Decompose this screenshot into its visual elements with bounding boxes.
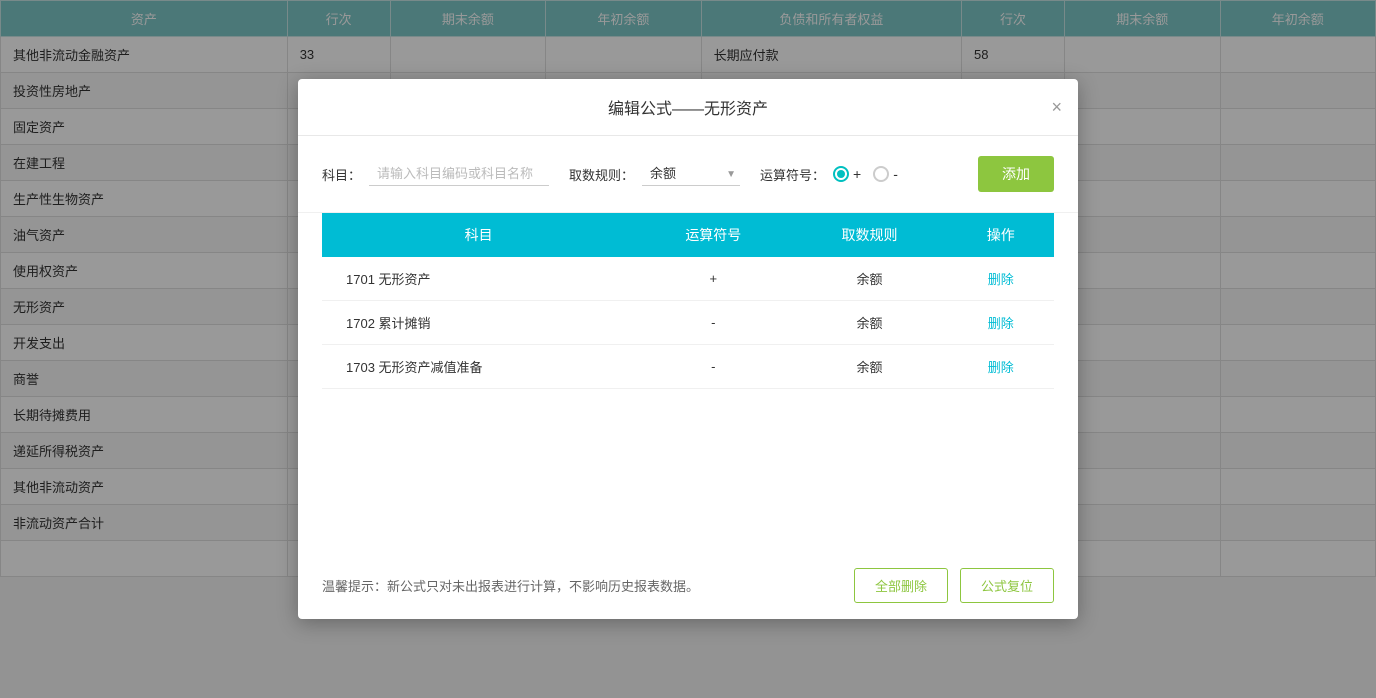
table-row: 1702 累计摊销-余额 删除 (322, 301, 1054, 345)
modal-footer: 温馨提示：新公式只对未出报表进行计算，不影响历史报表数据。 全部删除 公式复位 (298, 552, 1078, 619)
table-row: 1701 无形资产+余额 删除 (322, 257, 1054, 301)
form-row: 科目： 取数规则： 余额借方贷方借方发生额贷方发生额 ▼ 运算符号： + (298, 136, 1078, 213)
formula-rule-cell: 余额 (791, 257, 947, 301)
formula-action-cell: 删除 (948, 301, 1054, 345)
table-row: 1703 无形资产减值准备-余额 删除 (322, 345, 1054, 389)
delete-row-button[interactable]: 删除 (988, 313, 1014, 332)
radio-plus-label: + (853, 166, 861, 182)
rule-select[interactable]: 余额借方贷方借方发生额贷方发生额 (642, 162, 740, 186)
formula-rule-cell: 余额 (791, 301, 947, 345)
modal-overlay: 编辑公式——无形资产 × 科目： 取数规则： 余额借方贷方借方发生额贷方发生额 … (0, 0, 1376, 698)
formula-table-header-cell: 科目 (322, 213, 635, 257)
modal-close-button[interactable]: × (1051, 98, 1062, 116)
subject-input[interactable] (369, 162, 549, 186)
modal-title: 编辑公式——无形资产 (608, 95, 768, 119)
radio-minus-label: - (893, 166, 898, 182)
formula-action-cell: 删除 (948, 345, 1054, 389)
radio-plus[interactable]: + (833, 166, 861, 182)
delete-row-button[interactable]: 删除 (988, 357, 1014, 376)
formula-operator-cell: - (635, 345, 791, 389)
formula-subject-cell: 1702 累计摊销 (322, 301, 635, 345)
modal-header: 编辑公式——无形资产 × (298, 79, 1078, 136)
formula-table-header-cell: 操作 (948, 213, 1054, 257)
radio-minus-circle (873, 166, 889, 182)
formula-subject-cell: 1703 无形资产减值准备 (322, 345, 635, 389)
radio-plus-circle (833, 166, 849, 182)
formula-rule-cell: 余额 (791, 345, 947, 389)
rule-label: 取数规则： (569, 165, 634, 184)
formula-subject-cell: 1701 无形资产 (322, 257, 635, 301)
subject-label: 科目： (322, 165, 361, 184)
rule-group: 取数规则： 余额借方贷方借方发生额贷方发生额 ▼ (569, 162, 740, 186)
operator-label: 运算符号： (760, 165, 825, 184)
formula-table-header-cell: 取数规则 (791, 213, 947, 257)
formula-operator-cell: + (635, 257, 791, 301)
edit-formula-modal: 编辑公式——无形资产 × 科目： 取数规则： 余额借方贷方借方发生额贷方发生额 … (298, 79, 1078, 619)
formula-table: 科目运算符号取数规则操作 1701 无形资产+余额删除1702 累计摊销-余额删… (322, 213, 1054, 389)
reset-formula-button[interactable]: 公式复位 (960, 568, 1054, 603)
formula-table-wrapper: 科目运算符号取数规则操作 1701 无形资产+余额删除1702 累计摊销-余额删… (298, 213, 1078, 552)
add-button[interactable]: 添加 (978, 156, 1054, 192)
operator-radio-group: + - (833, 166, 898, 182)
formula-table-header-cell: 运算符号 (635, 213, 791, 257)
footer-buttons: 全部删除 公式复位 (854, 568, 1054, 603)
operator-group: 运算符号： + - (760, 165, 898, 184)
subject-group: 科目： (322, 162, 549, 186)
rule-select-wrapper: 余额借方贷方借方发生额贷方发生额 ▼ (642, 162, 740, 186)
radio-minus[interactable]: - (873, 166, 898, 182)
formula-action-cell: 删除 (948, 257, 1054, 301)
formula-operator-cell: - (635, 301, 791, 345)
footer-hint: 温馨提示：新公式只对未出报表进行计算，不影响历史报表数据。 (322, 576, 699, 595)
delete-row-button[interactable]: 删除 (988, 269, 1014, 288)
delete-all-button[interactable]: 全部删除 (854, 568, 948, 603)
